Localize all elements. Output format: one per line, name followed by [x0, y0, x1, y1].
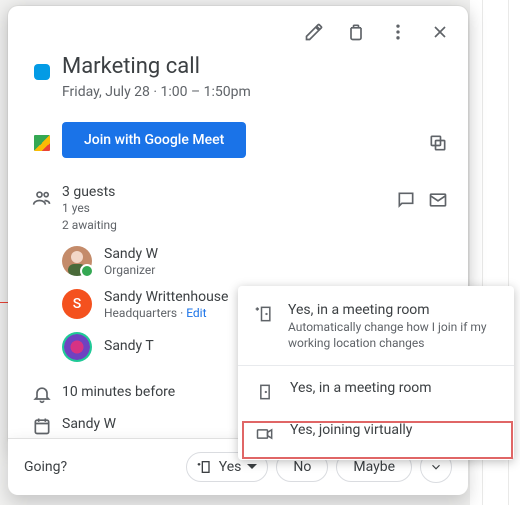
edit-button[interactable] [296, 14, 332, 50]
menu-divider [238, 365, 514, 366]
mail-icon [428, 190, 448, 210]
rsvp-prompt: Going? [24, 459, 67, 475]
avatar: S [62, 289, 92, 319]
close-button[interactable] [422, 14, 458, 50]
popover-toolbar [8, 6, 468, 50]
delete-button[interactable] [338, 14, 374, 50]
meeting-room-plus-icon [254, 304, 274, 324]
calendar-icon [32, 416, 52, 436]
event-title: Marketing call [62, 54, 448, 80]
menu-item-virtual[interactable]: Yes, joining virtually [238, 412, 514, 454]
edit-location-link[interactable]: Edit [186, 306, 206, 320]
copy-icon [428, 133, 448, 153]
videocam-icon [255, 424, 275, 444]
join-options-menu: Yes, in a meeting room Automatically cha… [238, 286, 514, 460]
menu-item-title: Yes, in a meeting room [288, 302, 498, 318]
menu-item-auto-room[interactable]: Yes, in a meeting room Automatically cha… [238, 292, 514, 361]
event-datetime: Friday, July 28 · 1:00 – 1:50pm [62, 84, 448, 100]
guest-row[interactable]: Sandy W Organizer [62, 240, 396, 283]
guest-name: Sandy W [104, 246, 158, 263]
guest-name: Sandy Writtenhouse [104, 289, 228, 306]
close-icon [430, 22, 450, 42]
pencil-icon [304, 22, 324, 42]
avatar [62, 246, 92, 276]
menu-item-meeting-room[interactable]: Yes, in a meeting room [238, 370, 514, 412]
guest-location: Headquarters · [104, 306, 186, 320]
meeting-room-plus-icon [197, 459, 213, 475]
people-icon [32, 188, 52, 208]
chat-guests-button[interactable] [396, 190, 416, 210]
dropdown-icon [247, 462, 257, 472]
guest-role: Headquarters · Edit [104, 306, 228, 320]
guest-count: 3 guests [62, 184, 396, 200]
guest-role: Organizer [104, 263, 158, 277]
guest-awaiting-count: 2 awaiting [62, 217, 396, 234]
meeting-room-icon [255, 382, 275, 402]
rsvp-check-icon [80, 264, 94, 278]
options-button[interactable] [380, 14, 416, 50]
copy-meet-link-button[interactable] [428, 127, 448, 153]
trash-icon [346, 22, 366, 42]
join-meet-button[interactable]: Join with Google Meet [62, 122, 246, 158]
chevron-down-icon [429, 460, 443, 474]
guest-name: Sandy T [104, 338, 154, 355]
menu-item-subtitle: Automatically change how I join if my wo… [288, 320, 498, 351]
more-vert-icon [388, 22, 408, 42]
menu-item-title: Yes, in a meeting room [290, 380, 432, 396]
menu-item-title: Yes, joining virtually [290, 422, 412, 438]
bell-icon [32, 384, 52, 404]
avatar [62, 332, 92, 362]
event-color-swatch [34, 64, 50, 80]
google-meet-icon [32, 133, 52, 153]
chat-icon [396, 190, 416, 210]
guest-yes-count: 1 yes [62, 200, 396, 217]
rsvp-yes-label: Yes [219, 459, 242, 475]
email-guests-button[interactable] [428, 190, 448, 210]
